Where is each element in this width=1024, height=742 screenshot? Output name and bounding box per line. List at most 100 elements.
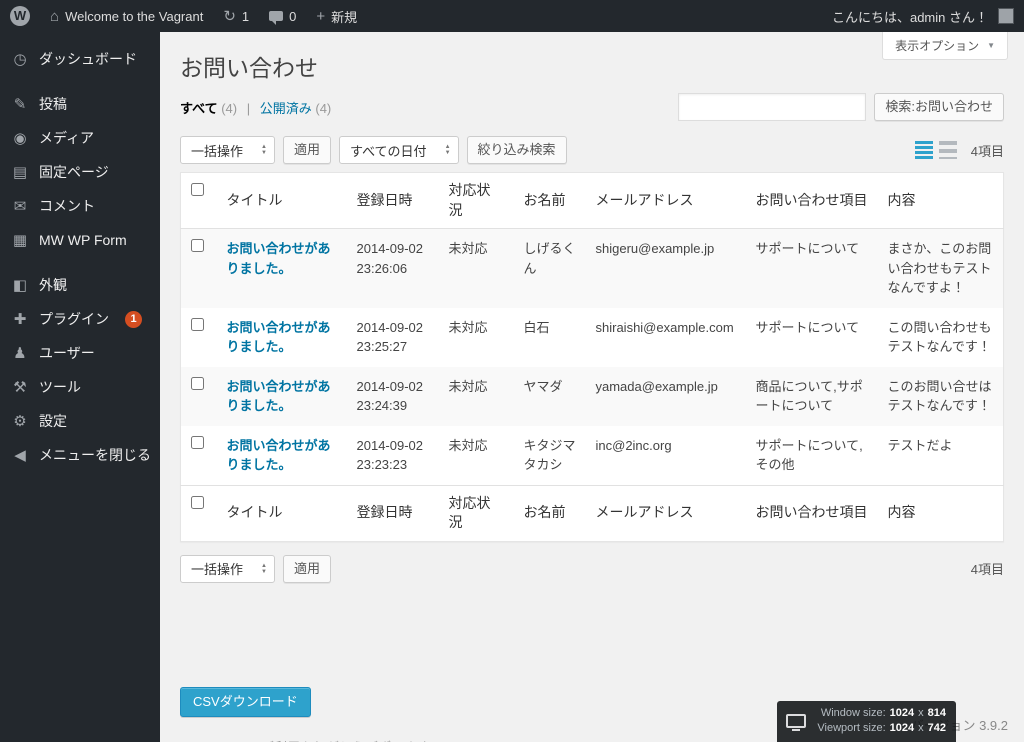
updates-menu[interactable]: ↻ 1 [213, 0, 259, 32]
items-count: 4項目 [970, 143, 1004, 159]
search-submit-button[interactable]: 検索:お問い合わせ [874, 93, 1004, 121]
name-cell: しげるくん [523, 241, 576, 276]
tablenav-top: 一括操作 ▲ ▼ 適用 すべての日付 ▲ ▼ 絞り込み検索 4項目 [180, 135, 1004, 165]
title-cell: お問い合わせがありました。 [217, 426, 347, 486]
column-header-title: タイトル [216, 172, 347, 230]
window-height-value: 814 [927, 707, 946, 719]
sidebar-item-pages[interactable]: ▤ 固定ページ [0, 155, 160, 189]
plus-icon: + [316, 7, 326, 25]
bulk-action-value: 一括操作 [191, 562, 244, 578]
tablenav-bottom: 一括操作 ▲ ▼ 適用 4項目 [180, 554, 1004, 584]
sidebar-item-appearance[interactable]: ◧ 外観 [0, 268, 160, 302]
window-width-value: 1024 [889, 707, 915, 719]
row-checkbox[interactable] [191, 317, 204, 331]
table-row: お問い合わせがありました。 2014-09-02 23:26:06 未対応 しげ… [180, 228, 1004, 308]
inquiry-title-link[interactable]: お問い合わせがありました。 [227, 379, 331, 414]
size-separator: x [918, 707, 924, 719]
filter-published-link[interactable]: 公開済み (4) [260, 101, 332, 116]
my-account-menu[interactable]: こんにちは、admin さん！ [822, 0, 1024, 32]
chevron-down-icon: ▼ [987, 41, 995, 50]
inquiry-title-link[interactable]: お問い合わせがありました。 [227, 320, 331, 355]
new-content-menu[interactable]: + 新規 [306, 0, 367, 32]
row-checkbox[interactable] [191, 376, 204, 390]
title-cell: お問い合わせがありました。 [217, 229, 347, 308]
sidebar-item-label: 設定 [39, 413, 67, 429]
avatar [998, 8, 1014, 24]
date-filter-select[interactable]: すべての日付 ▲ ▼ [338, 136, 459, 164]
sidebar-item-label: ダッシュボード [39, 51, 137, 67]
inquiry-title-link[interactable]: お問い合わせがありました。 [227, 241, 331, 276]
plugins-icon: ✚ [13, 311, 27, 328]
sidebar-item-label: 外観 [39, 277, 67, 293]
sidebar-item-media[interactable]: ◉ メディア [0, 121, 160, 155]
sidebar-item-label: プラグイン [39, 311, 109, 327]
list-view-icon[interactable] [914, 141, 933, 159]
admin-bar-right: こんにちは、admin さん！ [822, 0, 1024, 32]
sidebar-item-comments[interactable]: ✉ コメント [0, 189, 160, 223]
select-arrows-icon: ▲ ▼ [261, 562, 267, 575]
sidebar-item-plugins[interactable]: ✚ プラグイン 1 [0, 302, 160, 336]
excerpt-view-icon[interactable] [938, 141, 957, 159]
collapse-menu-button[interactable]: ◀ メニューを閉じる [0, 438, 160, 472]
sidebar-item-tools[interactable]: ⚒ ツール [0, 370, 160, 404]
sidebar-item-label: コメント [39, 198, 95, 214]
pages-icon: ▤ [12, 164, 28, 181]
wordpress-logo-icon: W [10, 6, 30, 26]
column-header-date: 登録日時 [346, 172, 439, 230]
window-size-label: Window size: [820, 707, 886, 719]
apply-button-bottom[interactable]: 適用 [282, 554, 331, 583]
filter-button[interactable]: 絞り込み検索 [466, 136, 567, 164]
bulk-action-select[interactable]: 一括操作 ▲ ▼ [180, 136, 275, 164]
select-all-checkbox[interactable] [191, 183, 204, 196]
sidebar-item-posts[interactable]: ✎ 投稿 [0, 87, 160, 121]
viewport-height-value: 742 [927, 722, 946, 734]
table-footer-row: タイトル 登録日時 対応状況 お名前 メールアドレス お問い合わせ項目 内容 [180, 484, 1004, 542]
column-footer-content: 内容 [877, 484, 1004, 542]
select-arrows-icon: ▲ ▼ [444, 144, 451, 156]
greeting-label: こんにちは、admin さん！ [831, 9, 988, 25]
size-separator: x [918, 722, 924, 734]
title-cell: お問い合わせがありました。 [217, 308, 347, 367]
sidebar-item-users[interactable]: ♟ ユーザー [0, 336, 160, 370]
column-header-content: 内容 [877, 172, 1004, 230]
filter-all-link[interactable]: すべて (4) [180, 101, 241, 116]
sidebar-item-label: メニューを閉じる [39, 447, 151, 463]
dashboard-icon: ◷ [13, 51, 27, 68]
date-filter-value: すべての日付 [349, 143, 427, 159]
sidebar-item-dashboard[interactable]: ◷ ダッシュボード [0, 42, 160, 76]
row-checkbox[interactable] [191, 435, 204, 449]
csv-download-button[interactable]: CSVダウンロード [180, 686, 311, 717]
appearance-icon: ◧ [12, 277, 28, 294]
inquiry-title-link[interactable]: お問い合わせがありました。 [227, 438, 331, 473]
table-header-row: タイトル 登録日時 対応状況 お名前 メールアドレス お問い合わせ項目 内容 [180, 172, 1004, 230]
screen-options-tab[interactable]: 表示オプション ▼ [882, 32, 1008, 60]
search-input[interactable] [678, 93, 867, 121]
apply-button[interactable]: 適用 [282, 136, 331, 164]
inquiry-list-table: タイトル 登録日時 対応状況 お名前 メールアドレス お問い合わせ項目 内容 お… [180, 172, 1004, 542]
sidebar-item-label: MW WP Form [39, 232, 127, 248]
bulk-action-value: 一括操作 [191, 143, 244, 159]
new-content-label: 新規 [331, 9, 358, 25]
date-cell: 2014-09-02 23:25:27 [356, 319, 424, 355]
name-cell: キタジマタカシ [523, 437, 576, 473]
site-name-menu[interactable]: ⌂ Welcome to the Vagrant [40, 0, 213, 32]
column-footer-email: メールアドレス [585, 484, 746, 542]
comments-icon: ✉ [13, 198, 27, 215]
table-row: お問い合わせがありました。 2014-09-02 23:24:39 未対応 ヤマ… [180, 366, 1004, 426]
home-icon: ⌂ [50, 7, 60, 25]
bulk-action-select-bottom[interactable]: 一括操作 ▲ ▼ [180, 554, 275, 583]
site-name-label: Welcome to the Vagrant [65, 8, 204, 24]
comments-menu[interactable]: 0 [259, 0, 306, 32]
item-cell: 商品について,サポートについて [755, 378, 863, 414]
sidebar-item-mw-wp-form[interactable]: ▦ MW WP Form [0, 223, 160, 257]
column-footer-item: お問い合わせ項目 [745, 484, 878, 542]
updates-count: 1 [241, 8, 250, 24]
viewport-width-value: 1024 [889, 722, 915, 734]
select-all-checkbox[interactable] [191, 495, 204, 509]
pushpin-icon: ✎ [13, 96, 27, 113]
email-cell: yamada@example.jp [595, 378, 718, 394]
wordpress-logo-menu[interactable]: W [0, 0, 40, 32]
row-checkbox[interactable] [191, 239, 204, 253]
sidebar-item-settings[interactable]: ⚙ 設定 [0, 404, 160, 438]
item-cell: サポートについて [755, 319, 860, 335]
